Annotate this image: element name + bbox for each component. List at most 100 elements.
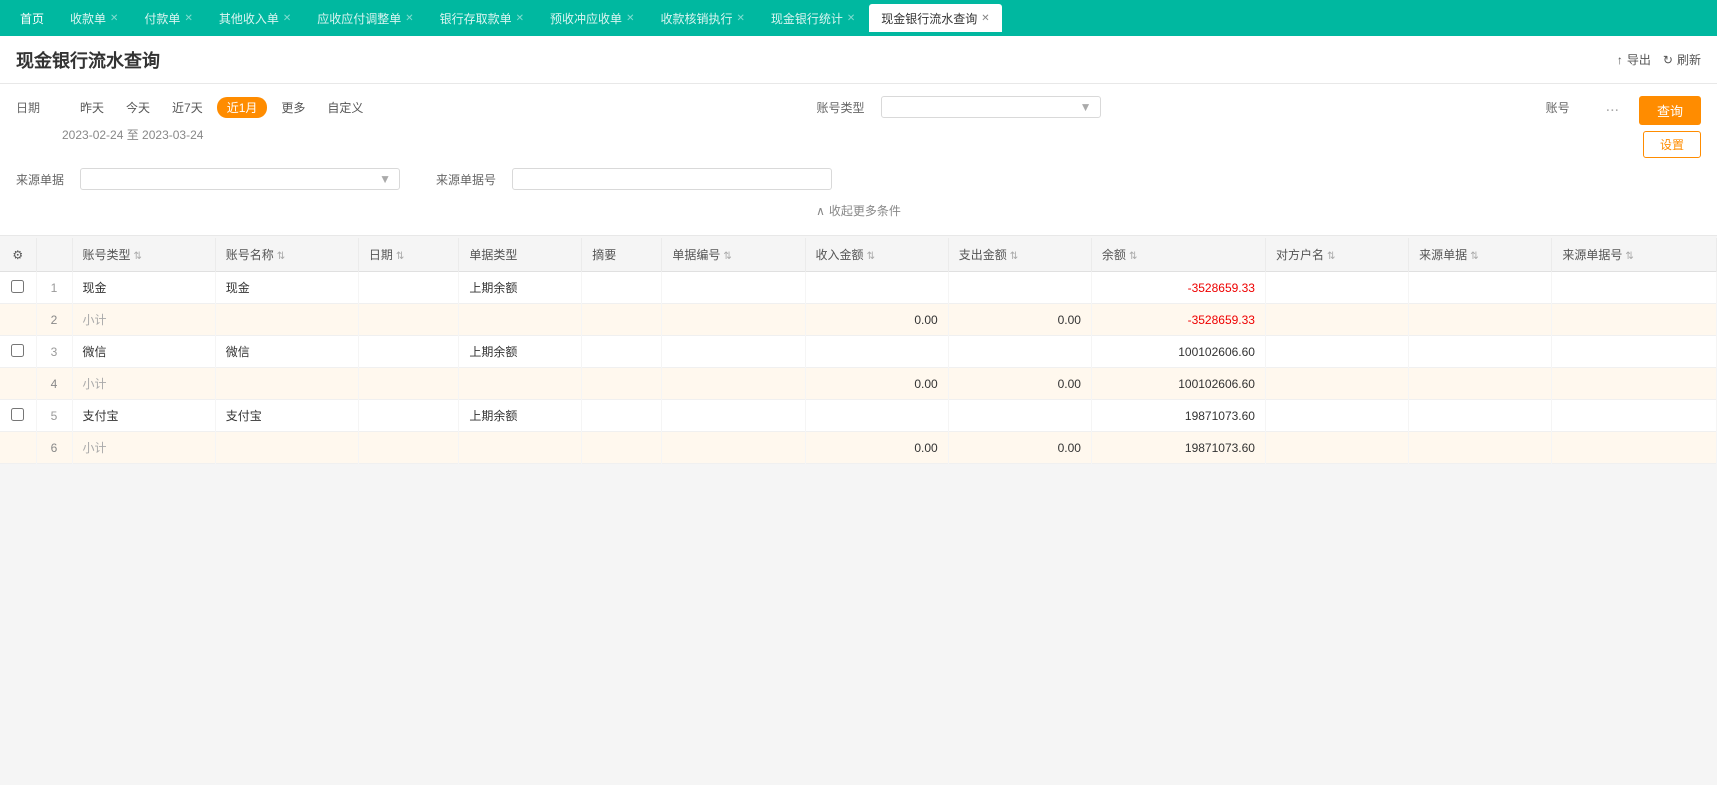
row-checkbox-4[interactable] <box>0 400 36 432</box>
nav-tab-close-3[interactable]: ✕ <box>405 13 413 24</box>
nav-tab-close-7[interactable]: ✕ <box>847 13 855 24</box>
cell-expense-5: 0.00 <box>948 432 1091 464</box>
cell-date-3 <box>358 368 458 400</box>
cell-counterpart-4 <box>1265 400 1408 432</box>
cell-doc_type-3 <box>459 368 582 400</box>
nav-home-label: 首页 <box>20 10 44 27</box>
nav-tab-1[interactable]: 付款单✕ <box>132 4 204 32</box>
date-option-2[interactable]: 近7天 <box>164 97 211 118</box>
table-row: 2小计0.000.00-3528659.33 <box>0 304 1717 336</box>
account-type-select[interactable]: ▼ <box>881 96 1101 118</box>
cell-expense-2 <box>948 336 1091 368</box>
row-checkbox-3[interactable] <box>0 368 36 400</box>
col-header-doc_no[interactable]: 单据编号⇅ <box>662 238 805 272</box>
cell-source_doc_no-0 <box>1552 272 1717 304</box>
cell-income-5: 0.00 <box>805 432 948 464</box>
col-header-income[interactable]: 收入金额⇅ <box>805 238 948 272</box>
cell-balance-3: 100102606.60 <box>1091 368 1265 400</box>
filter-area: 日期 昨天今天近7天近1月更多自定义 账号类型 ▼ 账号 ... 2023-02… <box>0 84 1717 236</box>
cell-balance-4: 19871073.60 <box>1091 400 1265 432</box>
account-type-chevron: ▼ <box>1080 100 1092 114</box>
header-actions: ↑ 导出 ↻ 刷新 <box>1617 51 1701 68</box>
col-header-date[interactable]: 日期⇅ <box>358 238 458 272</box>
nav-tab-7[interactable]: 现金银行统计 ✕ <box>759 4 867 32</box>
date-option-5[interactable]: 自定义 <box>319 97 371 118</box>
nav-tab-6[interactable]: 收款核销执行✕ <box>648 4 756 32</box>
col-header-counterpart[interactable]: 对方户名⇅ <box>1265 238 1408 272</box>
export-button[interactable]: ↑ 导出 <box>1617 51 1651 68</box>
cell-income-4 <box>805 400 948 432</box>
col-header-num <box>36 238 72 272</box>
cell-date-2 <box>358 336 458 368</box>
row-checkbox-1[interactable] <box>0 304 36 336</box>
nav-tab-close-6[interactable]: ✕ <box>736 13 744 24</box>
cell-source_doc-2 <box>1409 336 1552 368</box>
nav-tab-close-5[interactable]: ✕ <box>626 13 634 24</box>
row-checkbox-5[interactable] <box>0 432 36 464</box>
date-label: 日期 <box>16 99 56 116</box>
cell-doc_type-0: 上期余额 <box>459 272 582 304</box>
date-option-0[interactable]: 昨天 <box>72 97 112 118</box>
source-doc-label: 来源单据 <box>16 171 64 188</box>
col-header-account_name[interactable]: 账号名称⇅ <box>215 238 358 272</box>
cell-summary-3 <box>582 368 662 400</box>
cell-date-0 <box>358 272 458 304</box>
cell-summary-0 <box>582 272 662 304</box>
col-header-source_doc[interactable]: 来源单据⇅ <box>1409 238 1552 272</box>
cell-account_name-3 <box>215 368 358 400</box>
nav-tab-label-8: 现金银行流水查询 <box>881 10 977 27</box>
cell-source_doc_no-4 <box>1552 400 1717 432</box>
row-check[interactable] <box>11 344 24 357</box>
page-header: 现金银行流水查询 ↑ 导出 ↻ 刷新 <box>0 36 1717 84</box>
nav-tab-close-0[interactable]: ✕ <box>110 13 118 24</box>
date-option-4[interactable]: 更多 <box>273 97 313 118</box>
cell-account_name-4: 支付宝 <box>215 400 358 432</box>
nav-tab-label-3: 应收应付调整单 <box>317 10 401 27</box>
row-checkbox-0[interactable] <box>0 272 36 304</box>
col-header-expense[interactable]: 支出金额⇅ <box>948 238 1091 272</box>
nav-tab-close-1[interactable]: ✕ <box>184 13 192 24</box>
cell-counterpart-0 <box>1265 272 1408 304</box>
account-dots-btn[interactable]: ... <box>1602 98 1623 116</box>
source-doc-no-input[interactable] <box>512 168 832 190</box>
col-header-source_doc_no[interactable]: 来源单据号⇅ <box>1552 238 1717 272</box>
setting-button[interactable]: 设置 <box>1643 131 1701 158</box>
cell-account_name-1 <box>215 304 358 336</box>
refresh-label: 刷新 <box>1677 51 1701 68</box>
col-header-balance[interactable]: 余额⇅ <box>1091 238 1265 272</box>
cell-counterpart-3 <box>1265 368 1408 400</box>
nav-tab-4[interactable]: 银行存取款单✕ <box>428 4 536 32</box>
nav-tab-3[interactable]: 应收应付调整单 ✕ <box>305 4 425 32</box>
collapse-bar[interactable]: ∧ 收起更多条件 <box>16 198 1701 223</box>
page-title: 现金银行流水查询 <box>16 47 160 73</box>
date-option-3[interactable]: 近1月 <box>217 97 268 118</box>
cell-account_type-3: 小计 <box>72 368 215 400</box>
row-check[interactable] <box>11 408 24 421</box>
cell-account_name-5 <box>215 432 358 464</box>
nav-tab-close-2[interactable]: ✕ <box>283 13 291 24</box>
col-header-account_type[interactable]: 账号类型⇅ <box>72 238 215 272</box>
source-doc-chevron: ▼ <box>379 172 391 186</box>
cell-doc_no-1 <box>662 304 805 336</box>
nav-tab-0[interactable]: 收款单✕ <box>58 4 130 32</box>
date-option-1[interactable]: 今天 <box>118 97 158 118</box>
nav-tab-close-4[interactable]: ✕ <box>516 13 524 24</box>
refresh-button[interactable]: ↻ 刷新 <box>1663 51 1701 68</box>
cell-expense-4 <box>948 400 1091 432</box>
nav-tab-2[interactable]: 其他收入单✕ <box>207 4 303 32</box>
nav-tab-8[interactable]: 现金银行流水查询 ✕ <box>869 4 1001 32</box>
nav-tab-5[interactable]: 预收冲应收单✕ <box>538 4 646 32</box>
source-doc-select[interactable]: ▼ <box>80 168 400 190</box>
cell-summary-2 <box>582 336 662 368</box>
row-check[interactable] <box>11 280 24 293</box>
data-table: ⚙账号类型⇅账号名称⇅日期⇅单据类型摘要单据编号⇅收入金额⇅支出金额⇅余额⇅对方… <box>0 238 1717 464</box>
cell-expense-3: 0.00 <box>948 368 1091 400</box>
source-filter-row: 来源单据 ▼ 来源单据号 <box>16 168 1701 190</box>
settings-icon[interactable]: ⚙ <box>12 248 23 262</box>
cell-income-0 <box>805 272 948 304</box>
query-button[interactable]: 查询 <box>1639 96 1701 125</box>
nav-tab-close-8[interactable]: ✕ <box>981 13 989 24</box>
nav-tab-label-7: 现金银行统计 <box>771 10 843 27</box>
nav-home[interactable]: 首页 <box>8 4 56 32</box>
row-checkbox-2[interactable] <box>0 336 36 368</box>
